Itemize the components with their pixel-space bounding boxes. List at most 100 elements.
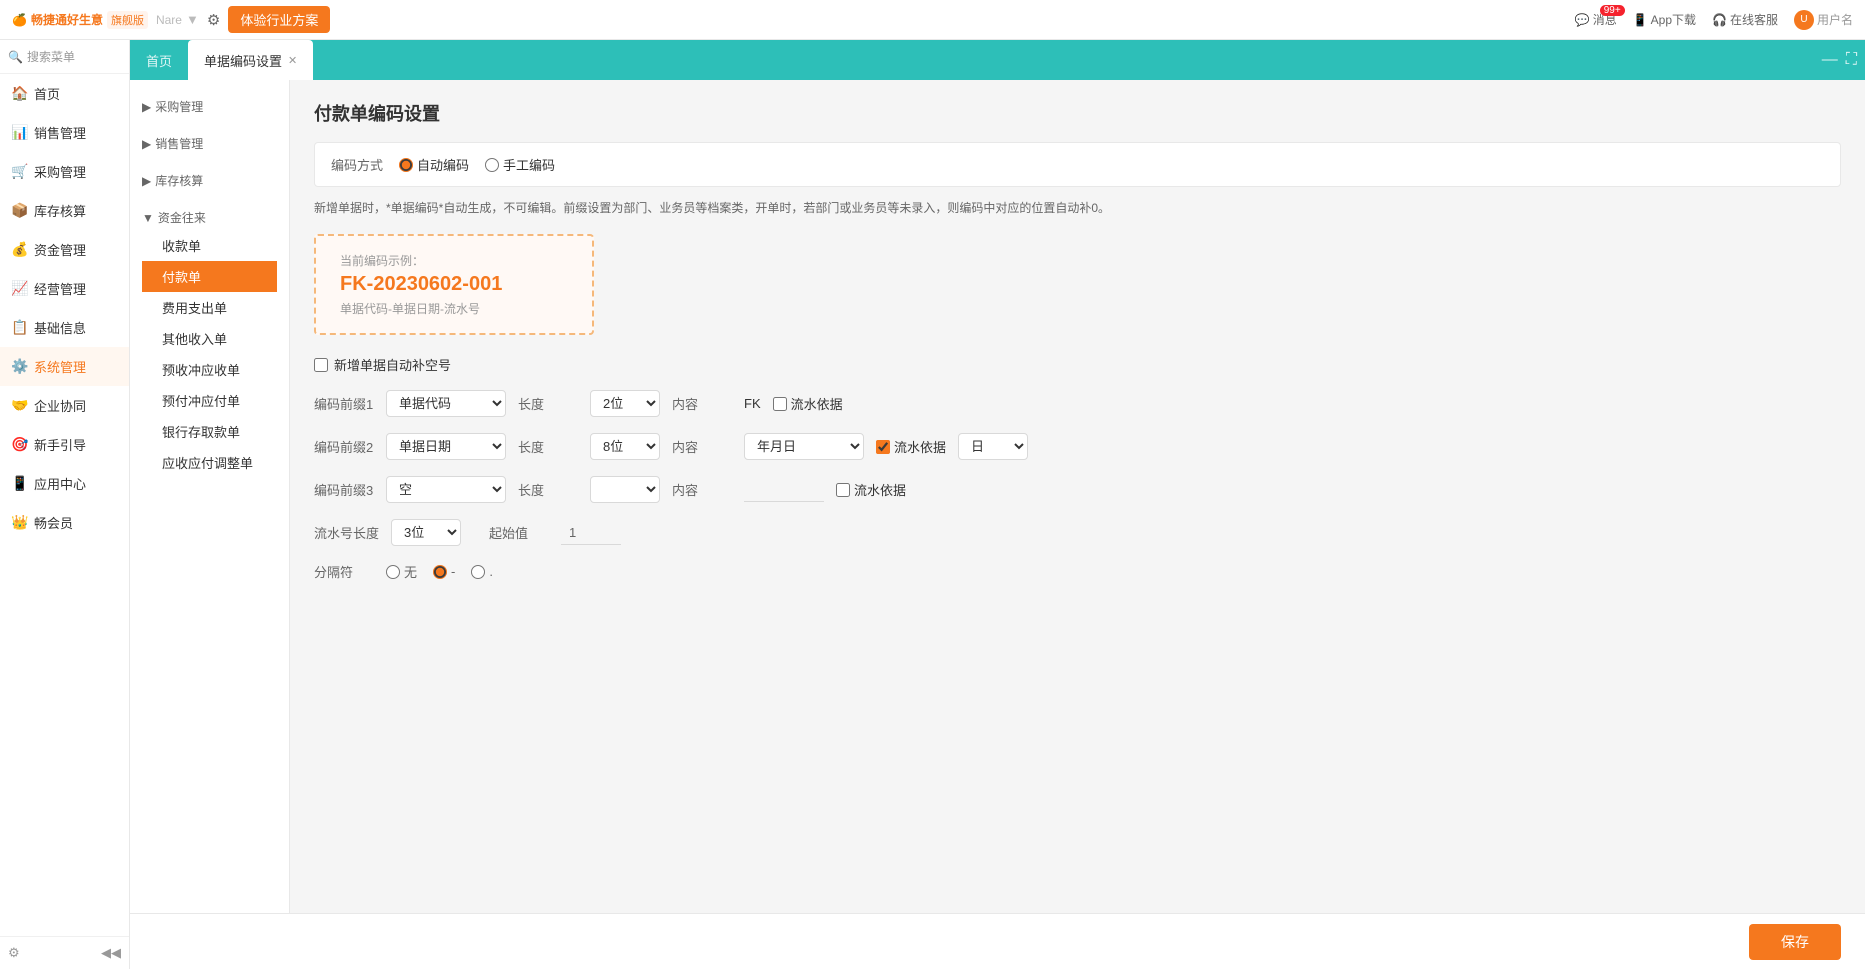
guide-icon: 🎯 (12, 437, 28, 453)
encoding-radio-group: 自动编码 手工编码 (399, 155, 555, 174)
service-icon: 🎧 (1712, 13, 1727, 27)
sidebar-item-system[interactable]: ⚙️ 系统管理 (0, 347, 129, 386)
waterfall1-checkbox[interactable]: 流水依据 (773, 394, 843, 413)
sidebar-item-enterprise[interactable]: 🤝 企业协同 (0, 386, 129, 425)
waterfall3-checkbox[interactable]: 流水依据 (836, 480, 906, 499)
sidebar-item-purchase[interactable]: 🛒 采购管理 (0, 152, 129, 191)
sidebar-bottom: ⚙ ◀◀ (0, 936, 129, 969)
leftnav-other-income[interactable]: 其他收入单 (142, 323, 277, 354)
sep-radio-group: 无 - . (386, 562, 493, 581)
tab-close-icon[interactable]: ✕ (288, 54, 297, 67)
bottom-bar: 保存 (130, 913, 1865, 969)
waterfall2-check[interactable] (876, 440, 890, 454)
sep-none-radio[interactable] (386, 565, 400, 579)
leftnav-prepay-pay[interactable]: 预付冲应付单 (142, 385, 277, 416)
collapse-icon[interactable]: ◀◀ (101, 945, 121, 961)
sidebar-item-guide[interactable]: 🎯 新手引导 (0, 425, 129, 464)
sep-dash-option[interactable]: - (433, 564, 455, 579)
search-label: 搜索菜单 (27, 48, 75, 65)
nav-dropdown-icon[interactable]: ▼ (186, 12, 199, 27)
sep-dot-option[interactable]: . (471, 564, 493, 579)
tab-home[interactable]: 首页 (130, 40, 188, 80)
basic-info-icon: 📋 (12, 320, 28, 336)
auto-fill-checkbox[interactable] (314, 358, 328, 372)
username-label: 用户名 (1817, 11, 1853, 28)
service-item[interactable]: 🎧 在线客服 (1712, 11, 1778, 28)
leftnav-sales-label: 销售管理 (155, 135, 203, 152)
sidebar-item-purchase-label: 采购管理 (34, 162, 86, 181)
length1-select[interactable]: 2位 4位 6位 8位 (590, 390, 660, 417)
start-value-input[interactable] (561, 521, 621, 545)
leftnav-bank[interactable]: 银行存取款单 (142, 416, 277, 447)
serial-length-row: 流水号长度 3位 4位 5位 6位 起始值 (314, 519, 1841, 546)
tab-minimize-icon[interactable]: — (1822, 51, 1838, 69)
save-button[interactable]: 保存 (1749, 924, 1841, 960)
sep-dash-radio[interactable] (433, 565, 447, 579)
user-item[interactable]: U 用户名 (1794, 10, 1853, 30)
prefix2-label: 编码前缀2 (314, 437, 374, 456)
leftnav-payment[interactable]: 付款单 (142, 261, 277, 292)
prefix3-label: 编码前缀3 (314, 480, 374, 499)
manual-encoding-option[interactable]: 手工编码 (485, 155, 555, 174)
sidebar-item-home[interactable]: 🏠 首页 (0, 74, 129, 113)
leftnav-adjust[interactable]: 应收应付调整单 (142, 447, 277, 478)
sidebar-item-inventory[interactable]: 📦 库存核算 (0, 191, 129, 230)
prefix2-select[interactable]: 单据日期 创建日期 (386, 433, 506, 460)
waterfall1-check[interactable] (773, 397, 787, 411)
sep-dot-radio[interactable] (471, 565, 485, 579)
content2-select[interactable]: 年月日 年月 年 (744, 433, 864, 460)
sep-none-option[interactable]: 无 (386, 562, 417, 581)
sidebar-item-finance[interactable]: 💰 资金管理 (0, 230, 129, 269)
length2-select[interactable]: 8位 4位 6位 (590, 433, 660, 460)
sidebar-item-home-label: 首页 (34, 84, 60, 103)
waterfall2-checkbox[interactable]: 流水依据 (876, 437, 946, 456)
sidebar-item-basic-info-label: 基础信息 (34, 318, 86, 337)
serial-length-label: 流水号长度 (314, 523, 379, 542)
leftnav-prepay-recv[interactable]: 预收冲应收单 (142, 354, 277, 385)
leftnav-sales-title[interactable]: ▶ 销售管理 (142, 131, 277, 156)
leftnav-purchase-title[interactable]: ▶ 采购管理 (142, 94, 277, 119)
app-label: App下载 (1651, 11, 1696, 28)
page-title: 付款单编码设置 (314, 100, 1841, 126)
brand-name: 畅捷通好生意 (31, 11, 103, 28)
prefix3-select[interactable]: 空 单据代码 部门 (386, 476, 506, 503)
sidebar-item-operations[interactable]: 📈 经营管理 (0, 269, 129, 308)
prefix1-select[interactable]: 单据代码 部门 业务员 (386, 390, 506, 417)
waterfall3-check[interactable] (836, 483, 850, 497)
trial-button[interactable]: 体验行业方案 (228, 6, 330, 33)
sidebar-item-operations-label: 经营管理 (34, 279, 86, 298)
message-item[interactable]: 💬 消息 99+ (1575, 11, 1617, 28)
app-icon: 📱 (1633, 13, 1648, 27)
enterprise-icon: 🤝 (12, 398, 28, 414)
leftnav-stock-title[interactable]: ▶ 库存核算 (142, 168, 277, 193)
tab-encoding-settings[interactable]: 单据编码设置 ✕ (188, 40, 313, 80)
sidebar-item-sales[interactable]: 📊 销售管理 (0, 113, 129, 152)
auto-encoding-option[interactable]: 自动编码 (399, 155, 469, 174)
auto-encoding-radio[interactable] (399, 158, 413, 172)
leftnav-capital-title[interactable]: ▼ 资金往来 (142, 205, 277, 230)
sidebar-item-basic-info[interactable]: 📋 基础信息 (0, 308, 129, 347)
serial-length-select[interactable]: 3位 4位 5位 6位 (391, 519, 461, 546)
tab-maximize-icon[interactable]: ⛶ (1846, 51, 1857, 69)
leftnav-stock-label: 库存核算 (155, 172, 203, 189)
settings-icon[interactable]: ⚙ (207, 11, 220, 29)
sidebar-search[interactable]: 🔍 搜索菜单 (0, 40, 129, 74)
search-icon: 🔍 (8, 50, 23, 64)
sidebar-item-appstore[interactable]: 📱 应用中心 (0, 464, 129, 503)
settings-bottom-icon[interactable]: ⚙ (8, 945, 20, 961)
sidebar-menu: 🏠 首页 📊 销售管理 🛒 采购管理 📦 库存核算 💰 资金管理 📈 经 (0, 74, 129, 936)
leftnav-expense[interactable]: 费用支出单 (142, 292, 277, 323)
length3-select[interactable]: 2位 4位 (590, 476, 660, 503)
manual-encoding-radio[interactable] (485, 158, 499, 172)
auto-fill-row: 新增单据自动补空号 (314, 355, 1841, 374)
app-download-item[interactable]: 📱 App下载 (1633, 11, 1696, 28)
sep-dot-label: . (489, 564, 493, 579)
auto-encoding-label: 自动编码 (417, 155, 469, 174)
sidebar-item-guide-label: 新手引导 (34, 435, 86, 454)
sidebar-item-vip[interactable]: 👑 畅会员 (0, 503, 129, 542)
waterfall2-period-select[interactable]: 日 月 年 (958, 433, 1028, 460)
leftnav-capital: ▼ 资金往来 收款单 付款单 费用支出单 其他收入单 预收冲应收单 预付冲应付单… (130, 199, 289, 484)
content3-input[interactable] (744, 478, 824, 502)
leftnav-receipt[interactable]: 收款单 (142, 230, 277, 261)
code-preview: 当前编码示例： FK-20230602-001 单据代码-单据日期-流水号 (314, 234, 594, 335)
